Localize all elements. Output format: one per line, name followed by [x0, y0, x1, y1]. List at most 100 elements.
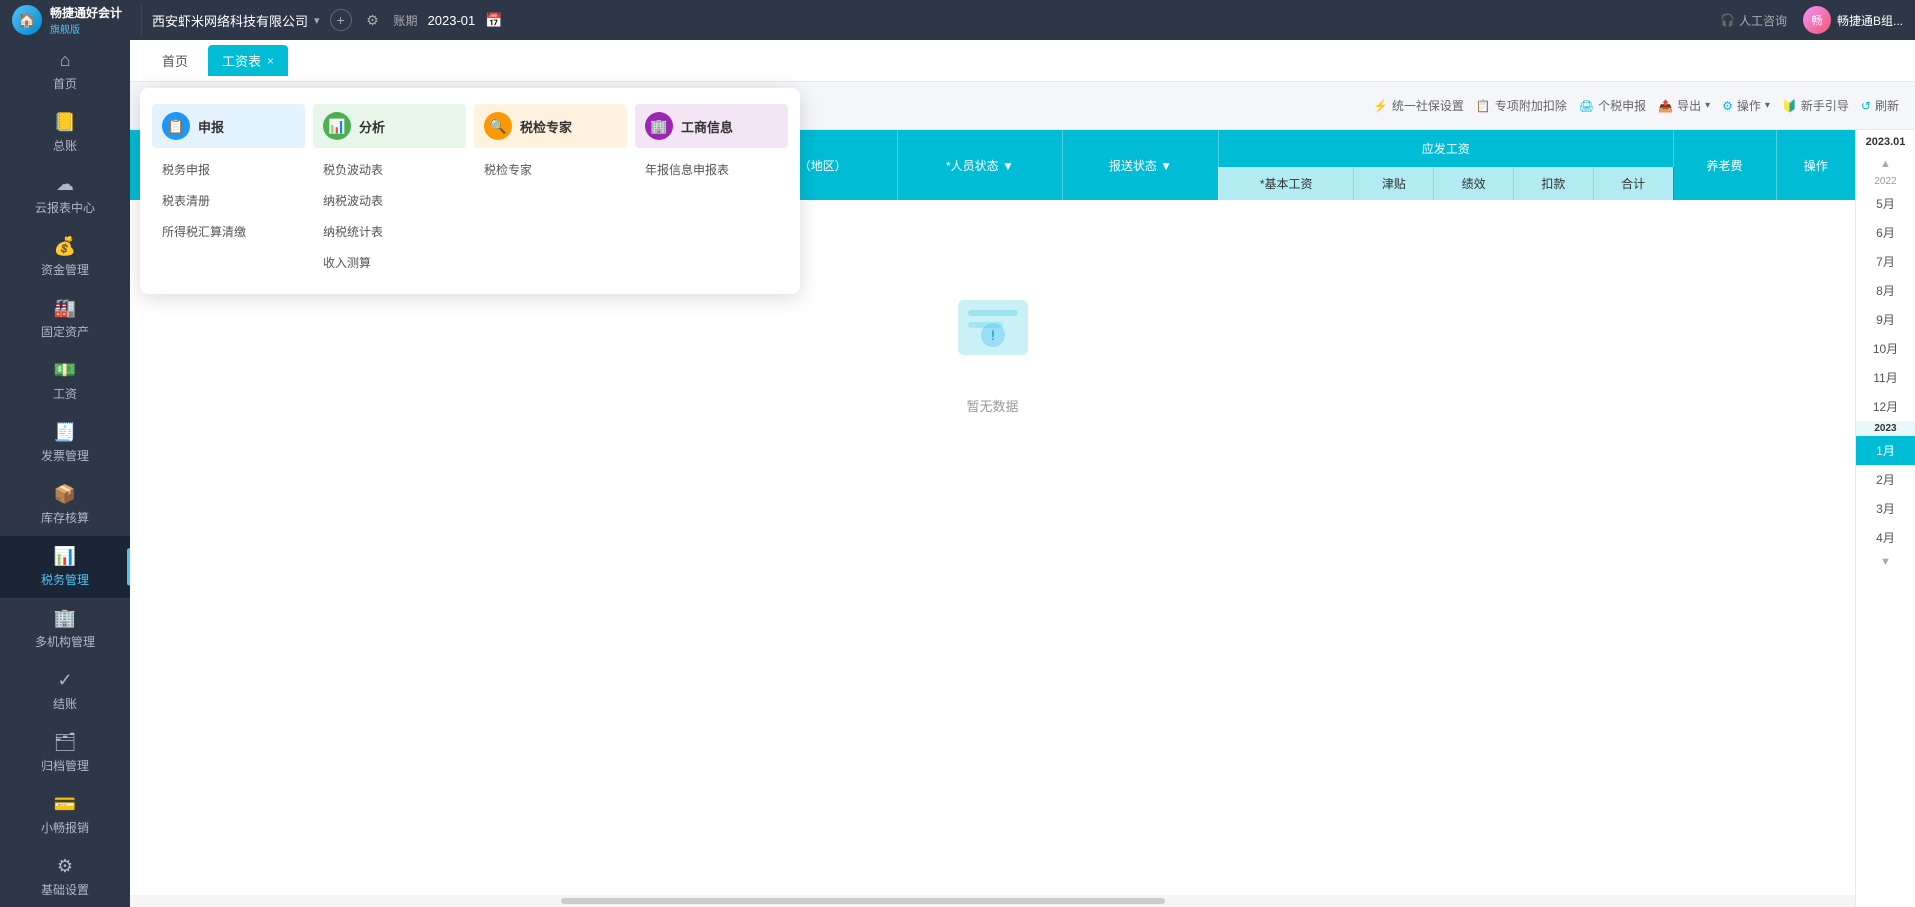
date-month-1-current[interactable]: 1月 — [1856, 436, 1915, 465]
support-button[interactable]: 🎧 人工咨询 — [1720, 12, 1787, 29]
th-base-salary: *基本工资 — [1218, 167, 1354, 200]
th-report-status[interactable]: 报送状态 ▼ — [1062, 130, 1218, 200]
basic-icon: ⚙ — [57, 856, 73, 877]
date-month-8[interactable]: 8月 — [1856, 276, 1915, 305]
sidebar-item-inventory[interactable]: 📦 库存核算 — [0, 474, 130, 536]
svg-text:!: ! — [991, 327, 995, 343]
date-month-6[interactable]: 6月 — [1856, 218, 1915, 247]
toolbar-actions: ⚡ 统一社保设置 📋 专项附加扣除 🖨 个税申报 📤 导出 ▾ ⚙ — [1373, 97, 1899, 114]
menu-section-header-analysis: 📊 分析 — [313, 104, 466, 148]
tab-salary-table[interactable]: 工资表 × — [208, 45, 288, 76]
personal-tax-button[interactable]: 🖨 个税申报 — [1579, 97, 1646, 114]
date-month-9[interactable]: 9月 — [1856, 305, 1915, 334]
guide-icon: 🔰 — [1782, 99, 1797, 113]
sidebar-item-archive[interactable]: 🗂 归档管理 — [0, 722, 130, 784]
sidebar-item-multi-org[interactable]: 🏢 多机构管理 — [0, 598, 130, 660]
menu-item-tax-statistics[interactable]: 纳税统计表 — [313, 216, 466, 247]
special-deduction-button[interactable]: 📋 专项附加扣除 — [1476, 97, 1567, 114]
horizontal-scrollbar[interactable] — [130, 895, 1855, 907]
social-insurance-label: 统一社保设置 — [1392, 97, 1464, 114]
menu-item-tax-declaration[interactable]: 税务申报 — [152, 154, 305, 185]
user-info[interactable]: 畅 畅捷通B组... — [1803, 6, 1903, 34]
date-month-7[interactable]: 7月 — [1856, 247, 1915, 276]
sidebar-item-tax[interactable]: 📊 税务管理 — [0, 536, 130, 598]
settings-icon[interactable]: ⚙ — [362, 9, 384, 31]
date-month-10[interactable]: 10月 — [1856, 334, 1915, 363]
date-month-4[interactable]: 4月 — [1856, 523, 1915, 552]
menu-item-tax-payment[interactable]: 纳税波动表 — [313, 185, 466, 216]
sidebar-item-cloud-report[interactable]: ☁ 云报表中心 — [0, 164, 130, 226]
top-bar-right: 🎧 人工咨询 畅 畅捷通B组... — [1720, 6, 1903, 34]
th-performance: 绩效 — [1434, 167, 1514, 200]
sidebar-label: 小畅报销 — [41, 819, 89, 836]
archive-icon: 🗂 — [54, 732, 77, 753]
inventory-icon: 📦 — [54, 484, 76, 505]
sidebar-label: 云报表中心 — [35, 199, 95, 216]
sidebar-label: 库存核算 — [41, 509, 89, 526]
company-selector[interactable]: 西安虾米网络科技有限公司 ▾ — [152, 11, 320, 30]
social-insurance-button[interactable]: ⚡ 统一社保设置 — [1373, 97, 1464, 114]
salary-icon: 💵 — [54, 360, 76, 381]
fixed-assets-icon: 🏭 — [54, 298, 76, 319]
xiao-sales-icon: 💳 — [54, 794, 76, 815]
sidebar-item-xiao-sales[interactable]: 💳 小畅报销 — [0, 784, 130, 846]
sidebar-item-basic[interactable]: ⚙ 基础设置 — [0, 846, 130, 907]
dropdown-menu: 📋 申报 税务申报 税表清册 所得税汇算清缴 📊 分析 税负波动表 纳税波动表 … — [140, 88, 800, 294]
add-company-button[interactable]: + — [330, 9, 352, 31]
menu-item-annual-report[interactable]: 年报信息申报表 — [635, 154, 788, 185]
date-month-3[interactable]: 3月 — [1856, 494, 1915, 523]
refresh-label: 刷新 — [1875, 97, 1899, 114]
headset-icon: 🎧 — [1720, 13, 1735, 27]
top-bar: 🏠 畅捷通好会计 旗舰版 西安虾米网络科技有限公司 ▾ + ⚙ 账期 2023-… — [0, 0, 1915, 40]
date-year-2023: 2023 — [1856, 421, 1915, 436]
social-insurance-icon: ⚡ — [1373, 99, 1388, 113]
date-nav-down[interactable]: ▼ — [1856, 552, 1915, 572]
date-nav-up[interactable]: ▲ — [1856, 154, 1915, 174]
cloud-icon: ☁ — [56, 174, 74, 195]
sidebar-item-fixed-assets[interactable]: 🏭 固定资产 — [0, 288, 130, 350]
menu-section-header-tax-expert: 🔍 税检专家 — [474, 104, 627, 148]
operation-button[interactable]: ⚙ 操作 ▾ — [1722, 97, 1770, 114]
menu-item-tax-expert[interactable]: 税检专家 — [474, 154, 627, 185]
export-button[interactable]: 📤 导出 ▾ — [1658, 97, 1710, 114]
tax-icon: 📊 — [54, 546, 76, 567]
date-year-2022: 2022 — [1856, 174, 1915, 189]
sidebar-item-salary[interactable]: 💵 工资 — [0, 350, 130, 412]
empty-text: 暂无数据 — [966, 396, 1018, 415]
sidebar-item-invoice[interactable]: 🧾 发票管理 — [0, 412, 130, 474]
date-month-12[interactable]: 12月 — [1856, 392, 1915, 421]
logo-text-group: 畅捷通好会计 旗舰版 — [50, 4, 122, 36]
operation-label: 操作 — [1737, 97, 1761, 114]
guide-button[interactable]: 🔰 新手引导 — [1782, 97, 1849, 114]
support-label: 人工咨询 — [1739, 12, 1787, 29]
menu-item-income-tax-clear[interactable]: 所得税汇算清缴 — [152, 216, 305, 247]
sidebar-label: 税务管理 — [41, 571, 89, 588]
menu-item-tax-burden[interactable]: 税负波动表 — [313, 154, 466, 185]
sidebar-item-fund[interactable]: 💰 资金管理 — [0, 226, 130, 288]
sidebar-item-ledger[interactable]: 📒 总账 — [0, 102, 130, 164]
refresh-button[interactable]: ↺ 刷新 — [1861, 97, 1899, 114]
sidebar-item-home[interactable]: ⌂ 首页 — [0, 40, 130, 102]
calendar-icon[interactable]: 📅 — [485, 12, 502, 29]
tab-close-icon[interactable]: × — [267, 54, 274, 68]
export-arrow-icon: ▾ — [1705, 100, 1710, 111]
declaration-section-icon: 📋 — [162, 112, 190, 140]
sidebar-item-closing[interactable]: ✓ 结账 — [0, 660, 130, 722]
export-label: 导出 — [1677, 97, 1701, 114]
date-month-11[interactable]: 11月 — [1856, 363, 1915, 392]
personal-tax-label: 个税申报 — [1598, 97, 1646, 114]
date-month-5[interactable]: 5月 — [1856, 189, 1915, 218]
sidebar-label: 多机构管理 — [35, 633, 95, 650]
tab-home[interactable]: 首页 — [146, 43, 204, 78]
operation-icon: ⚙ — [1722, 99, 1733, 113]
th-person-status[interactable]: *人员状态 ▼ — [897, 130, 1062, 200]
operation-arrow-icon: ▾ — [1765, 100, 1770, 111]
menu-item-tax-form[interactable]: 税表清册 — [152, 185, 305, 216]
menu-section-analysis: 📊 分析 税负波动表 纳税波动表 纳税统计表 收入测算 — [313, 104, 466, 278]
date-month-2[interactable]: 2月 — [1856, 465, 1915, 494]
menu-item-income-preview[interactable]: 收入测算 — [313, 247, 466, 278]
logo-icon: 🏠 — [12, 5, 42, 35]
sidebar-label: 总账 — [53, 137, 77, 154]
closing-icon: ✓ — [57, 670, 72, 691]
sidebar-label: 资金管理 — [41, 261, 89, 278]
